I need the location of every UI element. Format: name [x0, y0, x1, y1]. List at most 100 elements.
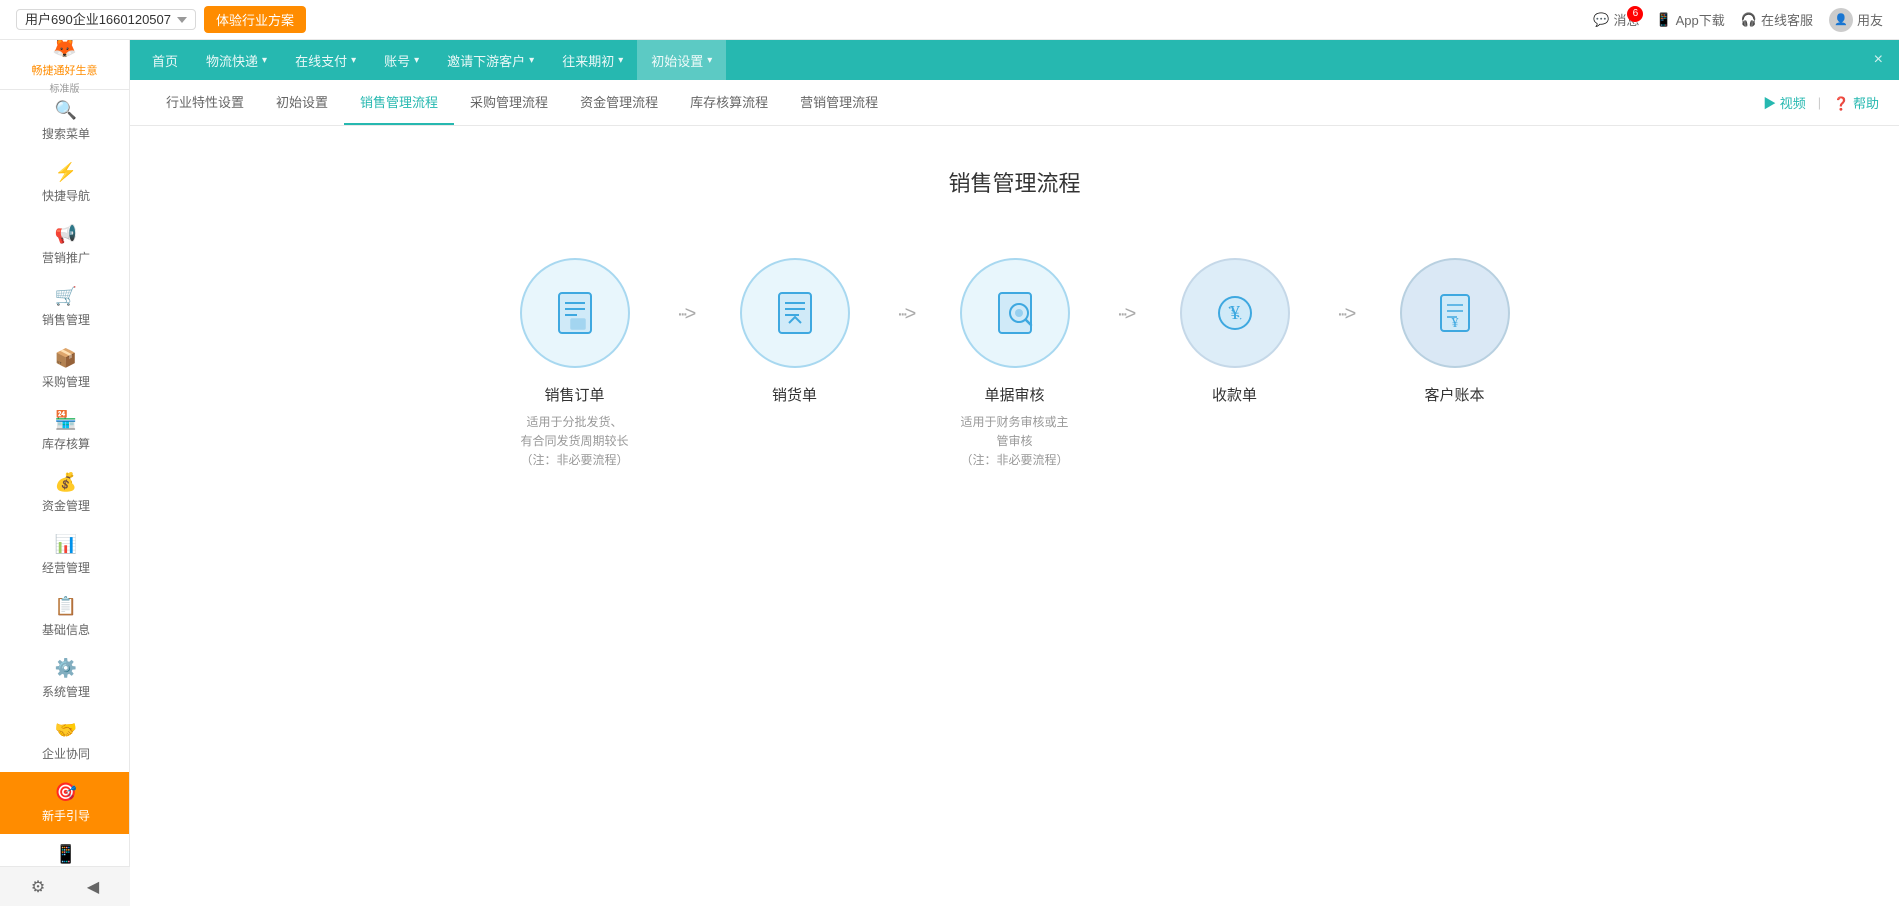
flow-arrow-4: ···>: [1315, 258, 1375, 326]
page-content: 销售管理流程 销售订单 适用于分批发货、有合同发货周期较长（注：非必要流程） ·…: [130, 126, 1899, 511]
sidebar-item-operation[interactable]: 📊 经营管理: [0, 524, 129, 586]
app-icon: 📱: [1655, 12, 1671, 28]
sidebar-item-search[interactable]: 🔍 搜索菜单: [0, 90, 129, 152]
message-item[interactable]: 💬 消息 6: [1593, 10, 1639, 29]
tab-inventory-flow[interactable]: 库存核算流程: [674, 80, 784, 125]
top-bar-right: 💬 消息 6 📱 App下载 🎧 在线客服 👤 用友: [1593, 8, 1883, 32]
help-icon: ❓: [1833, 96, 1849, 111]
help-link[interactable]: ❓ 帮助: [1833, 93, 1879, 112]
flow-label-review: 单据审核: [984, 384, 1044, 405]
nav-close-button[interactable]: ×: [1866, 51, 1891, 69]
nav-arrow-payment: ▾: [351, 55, 356, 66]
nav-label-logistics: 物流快递: [206, 51, 258, 70]
nav-label-home: 首页: [152, 51, 178, 70]
nav-arrow-period: ▾: [618, 55, 623, 66]
settings-bottom-icon[interactable]: ⚙: [31, 877, 45, 897]
nav-item-account[interactable]: 账号 ▾: [370, 40, 433, 80]
search-icon: 🔍: [55, 100, 77, 121]
flow-label-delivery: 销货单: [772, 384, 817, 405]
nav-item-period[interactable]: 往来期初 ▾: [548, 40, 637, 80]
flow-circle-delivery: [740, 258, 850, 368]
flow-circle-sales-order: [520, 258, 630, 368]
sidebar-item-quicknav[interactable]: ⚡ 快捷导航: [0, 152, 129, 214]
svg-text:¥: ¥: [1451, 316, 1458, 331]
system-icon: ⚙️: [55, 658, 77, 679]
logo-text: 畅捷通好生意: [32, 62, 98, 78]
nav-item-init[interactable]: 初始设置 ▾: [637, 40, 726, 80]
tab-industry[interactable]: 行业特性设置: [150, 80, 260, 125]
sidebar-label-system: 系统管理: [42, 683, 90, 700]
finance-icon: 💰: [55, 472, 77, 493]
service-item[interactable]: 🎧 在线客服: [1741, 10, 1813, 29]
flow-step-review[interactable]: 单据审核 适用于财务审核或主管审核（注：非必要流程）: [935, 258, 1095, 471]
sidebar-item-guide[interactable]: 🎯 新手引导: [0, 772, 129, 834]
trial-button[interactable]: 体验行业方案: [204, 6, 306, 33]
flow-step-delivery[interactable]: 销货单: [715, 258, 875, 413]
sidebar-item-inventory[interactable]: 🏪 库存核算: [0, 400, 129, 462]
flow-step-sales-order[interactable]: 销售订单 适用于分批发货、有合同发货周期较长（注：非必要流程）: [495, 258, 655, 471]
quick-icon: ⚡: [55, 162, 77, 183]
sidebar-item-collab[interactable]: 🤝 企业协同: [0, 710, 129, 772]
tab-init[interactable]: 初始设置: [260, 80, 344, 125]
nav-label-period: 往来期初: [562, 51, 614, 70]
sidebar-label-basic: 基础信息: [42, 621, 90, 638]
purchase-icon: 📦: [55, 348, 77, 369]
headset-icon: 🎧: [1741, 12, 1757, 28]
sidebar-label-sales: 销售管理: [42, 311, 90, 328]
sidebar-item-marketing[interactable]: 📢 营销推广: [0, 214, 129, 276]
nav-arrow-account: ▾: [414, 55, 419, 66]
sidebar-item-purchase[interactable]: 📦 采购管理: [0, 338, 129, 400]
tab-purchase-flow[interactable]: 采购管理流程: [454, 80, 564, 125]
flow-arrow-3: ···>: [1095, 258, 1155, 326]
nav-item-invite[interactable]: 邀请下游客户 ▾: [433, 40, 548, 80]
flow-arrow-1: ···>: [655, 258, 715, 326]
sidebar-label-search: 搜索菜单: [42, 125, 90, 142]
sidebar-label-collab: 企业协同: [42, 745, 90, 762]
sidebar-item-finance[interactable]: 💰 资金管理: [0, 462, 129, 524]
tab-marketing-flow[interactable]: 营销管理流程: [784, 80, 894, 125]
video-link[interactable]: ▶ 视频: [1763, 93, 1806, 112]
flow-desc-review: 适用于财务审核或主管审核（注：非必要流程）: [960, 413, 1068, 471]
sidebar-label-inventory: 库存核算: [42, 435, 90, 452]
flow-label-ledger: 客户账本: [1424, 384, 1484, 405]
operation-icon: 📊: [55, 534, 77, 555]
ledger-icon: ¥: [1429, 287, 1481, 339]
message-badge: 6: [1627, 6, 1643, 22]
tab-sales-flow[interactable]: 销售管理流程: [344, 80, 454, 125]
sidebar-item-system[interactable]: ⚙️ 系统管理: [0, 648, 129, 710]
appcenter-icon: 📱: [55, 844, 77, 865]
user-select[interactable]: 用户690企业1660120507: [16, 9, 196, 30]
flow-circle-review: [960, 258, 1070, 368]
tab-finance-flow[interactable]: 资金管理流程: [564, 80, 674, 125]
delivery-icon: [769, 287, 821, 339]
sidebar-item-sales[interactable]: 🛒 销售管理: [0, 276, 129, 338]
flow-desc-sales-order: 适用于分批发货、有合同发货周期较长（注：非必要流程）: [520, 413, 628, 471]
flow-step-payment[interactable]: ¥ 收款单: [1155, 258, 1315, 413]
tabs-right-actions: ▶ 视频 | ❓ 帮助: [1763, 93, 1879, 112]
logo-icon: 🦊: [52, 40, 77, 60]
nav-arrow-init: ▾: [707, 55, 712, 66]
app-label: App下载: [1676, 10, 1725, 29]
top-bar-left: 用户690企业1660120507 体验行业方案: [16, 6, 306, 33]
flow-circle-payment: ¥: [1180, 258, 1290, 368]
sidebar-item-basic[interactable]: 📋 基础信息: [0, 586, 129, 648]
nav-arrow-invite: ▾: [529, 55, 534, 66]
nav-item-payment[interactable]: 在线支付 ▾: [281, 40, 370, 80]
payment-icon: ¥: [1209, 287, 1261, 339]
flow-step-ledger[interactable]: ¥ 客户账本: [1375, 258, 1535, 413]
sidebar-label-quicknav: 快捷导航: [42, 187, 90, 204]
message-icon: 💬: [1593, 12, 1609, 28]
app-download-item[interactable]: 📱 App下载: [1655, 10, 1724, 29]
user-item[interactable]: 👤 用友: [1829, 8, 1883, 32]
flow-chart: 销售订单 适用于分批发货、有合同发货周期较长（注：非必要流程） ···> 销货单: [190, 258, 1839, 471]
nav-item-logistics[interactable]: 物流快递 ▾: [192, 40, 281, 80]
collapse-icon[interactable]: ◀: [87, 877, 99, 897]
nav-item-home[interactable]: 首页: [138, 40, 192, 80]
flow-label-payment: 收款单: [1212, 384, 1257, 405]
flow-label-sales-order: 销售订单: [544, 384, 604, 405]
divider: |: [1818, 95, 1821, 110]
nav-arrow-logistics: ▾: [262, 55, 267, 66]
sales-icon: 🛒: [55, 286, 77, 307]
play-icon: ▶: [1763, 96, 1776, 111]
sidebar-label-purchase: 采购管理: [42, 373, 90, 390]
